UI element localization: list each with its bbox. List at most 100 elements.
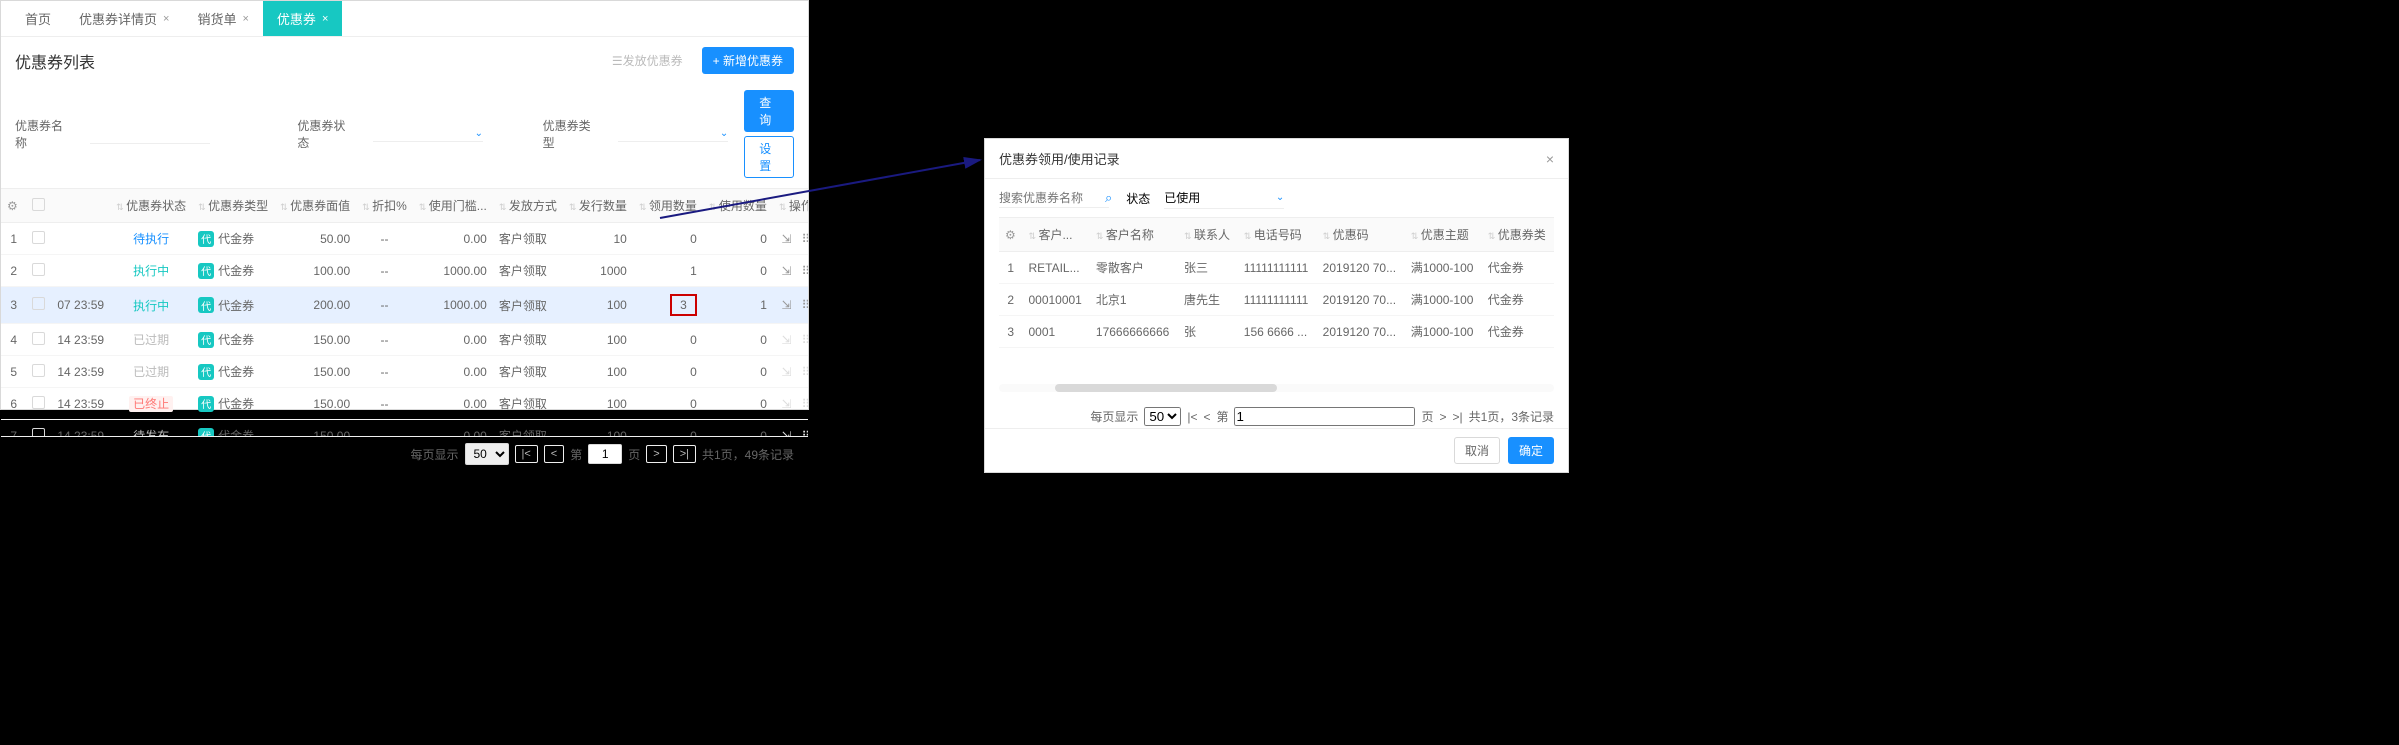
per-page-select[interactable]: 50 — [465, 443, 509, 465]
export-icon[interactable]: ⇲ — [781, 232, 791, 246]
prev-page-button[interactable]: < — [1203, 410, 1210, 424]
column-header[interactable]: ⇅电话号码 — [1238, 218, 1317, 252]
qrcode-icon[interactable]: ⠿ — [802, 429, 808, 437]
settings-button[interactable]: 设置 — [744, 136, 794, 178]
modal-title: 优惠券领用/使用记录 — [999, 149, 1120, 168]
column-header[interactable]: ⇅客户... — [1022, 218, 1089, 252]
column-header[interactable]: ⇅操作 — [773, 189, 808, 223]
voucher-icon: 代 — [198, 231, 214, 247]
row-checkbox[interactable] — [32, 364, 45, 377]
close-icon[interactable]: × — [322, 13, 328, 25]
row-checkbox[interactable] — [32, 297, 45, 310]
coupon-status-select[interactable]: ⌄ — [373, 126, 483, 142]
tab-sales-order[interactable]: 销货单× — [183, 1, 262, 36]
type-badge: 代代金券 — [198, 331, 254, 348]
search-icon[interactable]: ⌕ — [1105, 190, 1112, 206]
tab-coupon[interactable]: 优惠券× — [263, 1, 342, 36]
tab-coupon-detail[interactable]: 优惠券详情页 × — [65, 1, 183, 36]
column-header[interactable]: ⇅优惠券面值 — [274, 189, 356, 223]
next-page-button[interactable]: > — [646, 445, 666, 463]
last-page-button[interactable]: >| — [1453, 410, 1463, 424]
export-icon: ⇲ — [781, 429, 791, 437]
column-header[interactable]: ⇅使用门槛... — [413, 189, 493, 223]
qrcode-icon[interactable]: ⠿ — [802, 232, 808, 246]
qrcode-icon[interactable]: ⠿ — [802, 264, 808, 278]
table-row[interactable]: 200010001北京1唐先生111111111112019120 70...满… — [999, 284, 1554, 316]
first-page-button[interactable]: |< — [1187, 410, 1197, 424]
column-header[interactable]: ⇅领用数量 — [633, 189, 703, 223]
column-header[interactable]: ⇅发放方式 — [493, 189, 563, 223]
row-checkbox[interactable] — [32, 263, 45, 276]
page-label-pre: 第 — [1216, 408, 1228, 425]
table-row[interactable]: 1RETAIL...零散客户张三111111111112019120 70...… — [999, 252, 1554, 284]
coupon-type-select[interactable]: ⌄ — [618, 126, 728, 142]
cancel-button[interactable]: 取消 — [1454, 437, 1500, 464]
column-header[interactable]: ⇅使用数量 — [703, 189, 773, 223]
modal-pagination: 每页显示 50 |< < 第 页 > >| 共1页，3条记录 — [1090, 407, 1554, 426]
column-header[interactable]: ⇅优惠券类型 — [192, 189, 274, 223]
qrcode-icon[interactable]: ⠿ — [802, 397, 808, 411]
column-header — [26, 189, 51, 223]
close-icon[interactable]: × — [242, 13, 248, 25]
ok-button[interactable]: 确定 — [1508, 437, 1554, 464]
filter-type-label: 优惠券类型 — [543, 117, 598, 151]
column-header[interactable]: ⇅优惠券类 — [1482, 218, 1554, 252]
query-button[interactable]: 查询 — [744, 90, 794, 132]
tab-bar: 首页 优惠券详情页 × 销货单× 优惠券× — [1, 1, 808, 37]
qrcode-icon[interactable]: ⠿ — [802, 298, 808, 312]
page-summary: 共1页，3条记录 — [1469, 408, 1554, 425]
column-header[interactable]: ⇅折扣% — [356, 189, 413, 223]
page-input[interactable] — [1234, 407, 1415, 426]
select-all-checkbox[interactable] — [32, 198, 45, 211]
table-row[interactable]: 6 14 23:59 已终止 代代金券 150.00 -- 0.00 客户领取 … — [1, 388, 808, 420]
page-label-post: 页 — [1421, 408, 1433, 425]
claimed-count-highlight[interactable]: 3 — [670, 294, 697, 316]
coupon-name-input[interactable] — [90, 125, 210, 144]
filter-status-label: 优惠券状态 — [297, 117, 352, 151]
table-row[interactable]: 3000117666666666张156 6666 ...2019120 70.… — [999, 316, 1554, 348]
gear-icon[interactable]: ⚙ — [7, 199, 18, 213]
status-badge: 已过期 — [133, 365, 169, 379]
qrcode-icon[interactable]: ⠿ — [802, 365, 808, 379]
per-page-select[interactable]: 50 — [1144, 407, 1181, 426]
chevron-down-icon: ⌄ — [720, 128, 728, 139]
gear-icon[interactable]: ⚙ — [1005, 228, 1016, 242]
pagination: 每页显示 50 |< < 第 页 > >| 共1页，49条记录 — [1, 436, 808, 471]
row-checkbox[interactable] — [32, 231, 45, 244]
add-coupon-button[interactable]: + 新增优惠券 — [702, 47, 794, 74]
tab-home[interactable]: 首页 — [11, 1, 65, 36]
column-header[interactable]: ⇅客户名称 — [1090, 218, 1178, 252]
status-filter-select[interactable]: 已使用 ⌄ — [1164, 187, 1284, 209]
issue-coupon-button[interactable]: ☰ 发放优惠券 — [601, 47, 694, 74]
first-page-button[interactable]: |< — [515, 445, 538, 463]
table-row[interactable]: 7 14 23:59 待发布 代代金券 150.00 -- 0.00 客户领取 … — [1, 420, 808, 437]
column-header[interactable]: ⇅优惠主题 — [1405, 218, 1482, 252]
prev-page-button[interactable]: < — [544, 445, 564, 463]
column-header[interactable]: ⇅优惠券状态 — [110, 189, 192, 223]
table-row[interactable]: 4 14 23:59 已过期 代代金券 150.00 -- 0.00 客户领取 … — [1, 324, 808, 356]
close-icon[interactable]: × — [163, 13, 169, 25]
column-header[interactable]: ⚙ — [999, 218, 1022, 252]
row-checkbox[interactable] — [32, 396, 45, 409]
qrcode-icon[interactable]: ⠿ — [802, 333, 808, 347]
column-header[interactable]: ⇅发行数量 — [563, 189, 633, 223]
table-row[interactable]: 3 07 23:59 执行中 代代金券 200.00 -- 1000.00 客户… — [1, 287, 808, 324]
close-icon[interactable]: × — [1546, 151, 1554, 167]
horizontal-scrollbar[interactable] — [999, 384, 1554, 392]
row-checkbox[interactable] — [32, 332, 45, 345]
export-icon[interactable]: ⇲ — [781, 264, 791, 278]
column-header[interactable]: ⇅联系人 — [1178, 218, 1238, 252]
row-checkbox[interactable] — [32, 428, 45, 437]
tab-label: 优惠券详情页 — [79, 9, 157, 28]
table-row[interactable]: 5 14 23:59 已过期 代代金券 150.00 -- 0.00 客户领取 … — [1, 356, 808, 388]
last-page-button[interactable]: >| — [673, 445, 696, 463]
search-input[interactable] — [999, 189, 1109, 208]
table-row[interactable]: 1 待执行 代代金券 50.00 -- 0.00 客户领取 10 0 0 ⇲⠿ — [1, 223, 808, 255]
export-icon[interactable]: ⇲ — [781, 298, 791, 312]
status-badge: 待发布 — [133, 429, 169, 436]
page-input[interactable] — [588, 444, 622, 464]
chevron-down-icon: ⌄ — [475, 128, 483, 139]
table-row[interactable]: 2 执行中 代代金券 100.00 -- 1000.00 客户领取 1000 1… — [1, 255, 808, 287]
next-page-button[interactable]: > — [1440, 410, 1447, 424]
column-header[interactable]: ⇅优惠码 — [1317, 218, 1405, 252]
